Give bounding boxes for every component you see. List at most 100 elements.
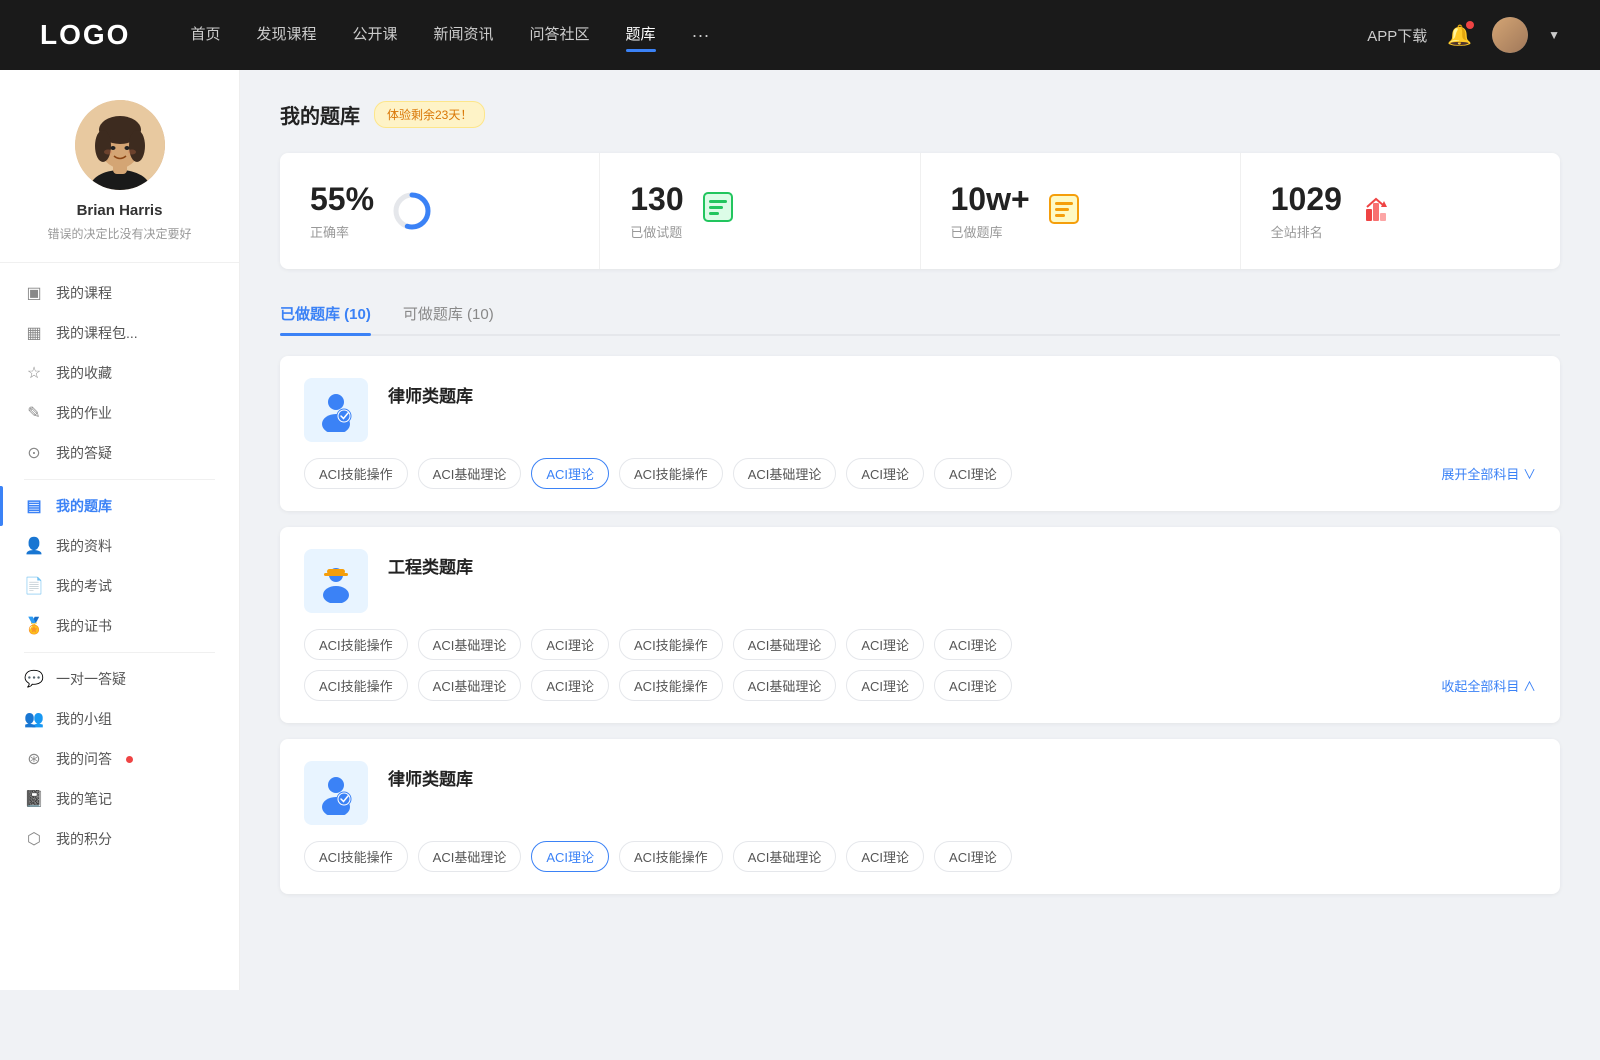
lawyer-icon-svg-2 [314, 771, 358, 815]
tag-3-0[interactable]: ACI技能操作 [304, 841, 408, 872]
banks-svg [1046, 191, 1082, 227]
tag-2b-0[interactable]: ACI技能操作 [304, 670, 408, 701]
sidebar-item-exam[interactable]: 📄 我的考试 [0, 566, 239, 606]
exam-icon: 📄 [24, 576, 44, 596]
profile-menu-icon: 👤 [24, 536, 44, 556]
tab-done[interactable]: 已做题库 (10) [280, 293, 371, 334]
stat-value-ranking: 1029 [1271, 181, 1342, 218]
qbank-card-2: 工程类题库 ACI技能操作 ACI基础理论 ACI理论 ACI技能操作 ACI基… [280, 527, 1560, 723]
menu-divider-1 [24, 479, 215, 480]
nav-news[interactable]: 新闻资讯 [434, 23, 494, 48]
sidebar-item-cert[interactable]: 🏅 我的证书 [0, 606, 239, 646]
tag-2-5[interactable]: ACI理论 [846, 629, 924, 660]
lawyer-icon-svg [314, 388, 358, 432]
sidebar-item-course-pkg[interactable]: ▦ 我的课程包... [0, 313, 239, 353]
tag-2-3[interactable]: ACI技能操作 [619, 629, 723, 660]
tag-1-6[interactable]: ACI理论 [934, 458, 1012, 489]
qbank-title-text-2: 工程类题库 [388, 549, 473, 578]
qbank-card-1: 律师类题库 ACI技能操作 ACI基础理论 ACI理论 ACI技能操作 ACI基… [280, 356, 1560, 511]
expand-btn-1[interactable]: 展开全部科目 ∨ [1441, 464, 1536, 483]
nav-discover[interactable]: 发现课程 [256, 23, 316, 48]
sidebar-item-favorites[interactable]: ☆ 我的收藏 [0, 353, 239, 393]
tag-1-0[interactable]: ACI技能操作 [304, 458, 408, 489]
sidebar-profile: Brian Harris 错误的决定比没有决定要好 [0, 100, 239, 263]
stat-label-correct: 正确率 [310, 222, 374, 241]
sidebar-item-1on1[interactable]: 💬 一对一答疑 [0, 659, 239, 699]
tag-1-3[interactable]: ACI技能操作 [619, 458, 723, 489]
sidebar-item-course[interactable]: ▣ 我的课程 [0, 273, 239, 313]
nav-home[interactable]: 首页 [190, 23, 220, 48]
tag-3-3[interactable]: ACI技能操作 [619, 841, 723, 872]
profile-name: Brian Harris [20, 202, 219, 219]
tag-2b-5[interactable]: ACI理论 [846, 670, 924, 701]
tags-row-1: ACI技能操作 ACI基础理论 ACI理论 ACI技能操作 ACI基础理论 AC… [304, 458, 1536, 489]
donut-svg [390, 189, 434, 233]
sidebar-label-course-pkg: 我的课程包... [56, 323, 138, 343]
qbank-title-2: 工程类题库 [388, 549, 473, 578]
tag-3-1[interactable]: ACI基础理论 [418, 841, 522, 872]
tag-2b-2[interactable]: ACI理论 [531, 670, 609, 701]
sidebar-label-qa: 我的答疑 [56, 443, 112, 463]
user-dropdown-arrow[interactable]: ▼ [1548, 28, 1560, 42]
tags-row-3: ACI技能操作 ACI基础理论 ACI理论 ACI技能操作 ACI基础理论 AC… [304, 841, 1536, 872]
nav-links: 首页 发现课程 公开课 新闻资讯 问答社区 题库 ··· [190, 23, 1367, 48]
notification-bell[interactable]: 🔔 [1447, 23, 1472, 48]
stat-text-questions: 130 已做试题 [630, 181, 683, 241]
tag-1-4[interactable]: ACI基础理论 [733, 458, 837, 489]
course-icon: ▣ [24, 283, 44, 303]
banks-icon [1046, 191, 1082, 232]
1on1-icon: 💬 [24, 669, 44, 689]
tag-1-2[interactable]: ACI理论 [531, 458, 609, 489]
nav-more[interactable]: ··· [692, 25, 710, 46]
main-content: 我的题库 体验剩余23天！ 55% 正确率 [240, 70, 1600, 990]
sidebar-item-profile[interactable]: 👤 我的资料 [0, 526, 239, 566]
tag-2-6[interactable]: ACI理论 [934, 629, 1012, 660]
tag-2b-6[interactable]: ACI理论 [934, 670, 1012, 701]
stat-label-banks: 已做题库 [951, 222, 1030, 241]
sidebar-item-myqa[interactable]: ⊛ 我的问答 [0, 739, 239, 779]
profile-avatar [75, 100, 165, 190]
sidebar-item-group[interactable]: 👥 我的小组 [0, 699, 239, 739]
tag-3-4[interactable]: ACI基础理论 [733, 841, 837, 872]
group-icon: 👥 [24, 709, 44, 729]
sidebar-item-notes[interactable]: 📓 我的笔记 [0, 779, 239, 819]
nav-qbank[interactable]: 题库 [626, 23, 656, 48]
sidebar-label-myqa: 我的问答 [56, 749, 112, 769]
tags-row-2b: ACI技能操作 ACI基础理论 ACI理论 ACI技能操作 ACI基础理论 AC… [304, 670, 1536, 701]
ranking-icon [1358, 191, 1394, 232]
tag-3-5[interactable]: ACI理论 [846, 841, 924, 872]
tag-2-2[interactable]: ACI理论 [531, 629, 609, 660]
qbank-title-text-1: 律师类题库 [388, 378, 473, 407]
tag-1-1[interactable]: ACI基础理论 [418, 458, 522, 489]
sidebar-item-qa[interactable]: ⊙ 我的答疑 [0, 433, 239, 473]
sidebar-label-group: 我的小组 [56, 709, 112, 729]
app-download-btn[interactable]: APP下载 [1367, 25, 1427, 46]
tag-2b-4[interactable]: ACI基础理论 [733, 670, 837, 701]
sidebar-menu: ▣ 我的课程 ▦ 我的课程包... ☆ 我的收藏 ✎ 我的作业 ⊙ 我的答疑 ▤ [0, 263, 239, 869]
navbar: LOGO 首页 发现课程 公开课 新闻资讯 问答社区 题库 ··· APP下载 … [0, 0, 1600, 70]
tag-3-6[interactable]: ACI理论 [934, 841, 1012, 872]
nav-qa[interactable]: 问答社区 [530, 23, 590, 48]
sidebar-item-qbank[interactable]: ▤ 我的题库 [0, 486, 239, 526]
nav-open-course[interactable]: 公开课 [352, 23, 397, 48]
tag-2-1[interactable]: ACI基础理论 [418, 629, 522, 660]
qbank-title-text-3: 律师类题库 [388, 761, 473, 790]
tag-3-2[interactable]: ACI理论 [531, 841, 609, 872]
avatar-image [1492, 17, 1528, 53]
sidebar-label-exam: 我的考试 [56, 576, 112, 596]
tag-2-0[interactable]: ACI技能操作 [304, 629, 408, 660]
stat-text-banks: 10w+ 已做题库 [951, 181, 1030, 241]
sidebar-item-homework[interactable]: ✎ 我的作业 [0, 393, 239, 433]
sidebar-item-points[interactable]: ⬡ 我的积分 [0, 819, 239, 859]
engineer-icon-svg [314, 559, 358, 603]
tab-available[interactable]: 可做题库 (10) [403, 293, 494, 334]
tags-row-2a: ACI技能操作 ACI基础理论 ACI理论 ACI技能操作 ACI基础理论 AC… [304, 629, 1536, 660]
tag-2b-3[interactable]: ACI技能操作 [619, 670, 723, 701]
avatar[interactable] [1492, 17, 1528, 53]
tag-2b-1[interactable]: ACI基础理论 [418, 670, 522, 701]
collapse-btn-2[interactable]: 收起全部科目 ∧ [1441, 676, 1536, 695]
tag-2-4[interactable]: ACI基础理论 [733, 629, 837, 660]
notification-dot [1466, 21, 1474, 29]
stat-questions-done: 130 已做试题 [600, 153, 920, 269]
tag-1-5[interactable]: ACI理论 [846, 458, 924, 489]
